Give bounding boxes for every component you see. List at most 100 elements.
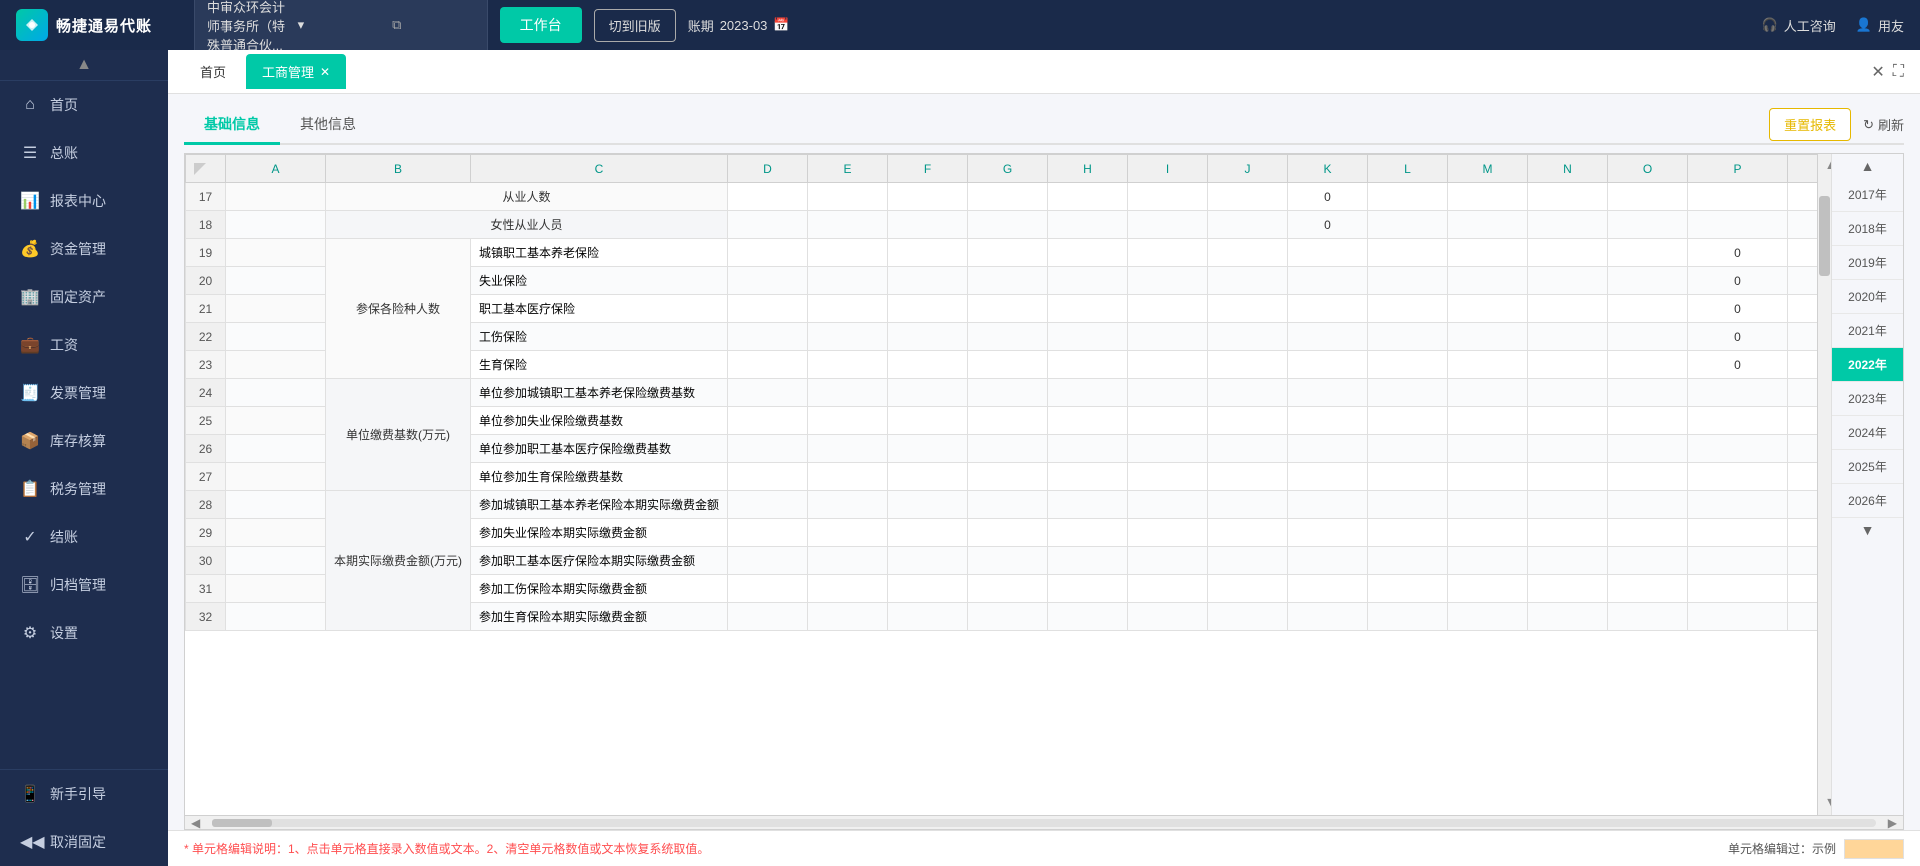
cell-23-c[interactable]: 生育保险 (471, 351, 728, 379)
year-panel: ▲ 2017年 2018年 2019年 2020年 2021年 2022年 20… (1831, 154, 1903, 815)
tab-business-mgmt[interactable]: 工商管理 ✕ (246, 54, 346, 89)
spreadsheet-main[interactable]: A B C D E F G H I J (185, 154, 1817, 815)
sidebar-item-general-ledger[interactable]: ☰ 总账 (0, 129, 168, 177)
cell-28-b[interactable]: 本期实际缴费金额(万元) (326, 491, 471, 631)
year-item-2021[interactable]: 2021年 (1832, 314, 1903, 348)
scroll-thumb[interactable] (1819, 196, 1830, 276)
header-col-p: P (1688, 155, 1788, 183)
sidebar-item-fixed-assets[interactable]: 🏢 固定资产 (0, 273, 168, 321)
ai-service[interactable]: 🎧 人工咨询 (1762, 16, 1836, 35)
sidebar-label-salary: 工资 (50, 335, 78, 355)
sidebar-item-report-center[interactable]: 📊 报表中心 (0, 177, 168, 225)
table-row: 19 参保各险种人数 城镇职工基本养老保险 (186, 239, 1818, 267)
sub-tab-other-info[interactable]: 其他信息 (280, 106, 376, 145)
reset-report-button[interactable]: 重置报表 (1769, 108, 1851, 141)
sidebar-item-settings[interactable]: ⚙ 设置 (0, 609, 168, 657)
year-item-2020[interactable]: 2020年 (1832, 280, 1903, 314)
h-scroll-track[interactable] (212, 819, 1876, 827)
sidebar-item-inventory[interactable]: 📦 库存核算 (0, 417, 168, 465)
year-item-2025[interactable]: 2025年 (1832, 450, 1903, 484)
sidebar-scroll-up[interactable]: ▲ (70, 54, 98, 76)
cell-20-p[interactable]: 0 (1688, 267, 1788, 295)
vertical-scrollbar[interactable]: ▲ ▼ (1817, 154, 1831, 815)
scroll-track[interactable] (1818, 176, 1831, 793)
sidebar-item-checkout[interactable]: ✓ 结账 (0, 513, 168, 561)
sub-tab-basic-info[interactable]: 基础信息 (184, 106, 280, 145)
header-col-o: O (1608, 155, 1688, 183)
workbench-button[interactable]: 工作台 (500, 7, 582, 43)
cell-32-c[interactable]: 参加生育保险本期实际缴费金额 (471, 603, 728, 631)
sidebar-item-fund-mgmt[interactable]: 💰 资金管理 (0, 225, 168, 273)
sidebar-item-tax-mgmt[interactable]: 📋 税务管理 (0, 465, 168, 513)
sidebar-item-home[interactable]: ⌂ 首页 (0, 81, 168, 129)
sidebar-item-cancel-fixed[interactable]: ◀◀ 取消固定 (0, 818, 168, 866)
scroll-up-arrow[interactable]: ▲ (1818, 154, 1831, 176)
sidebar-item-salary[interactable]: 💼 工资 (0, 321, 168, 369)
cell-30-c[interactable]: 参加职工基本医疗保险本期实际缴费金额 (471, 547, 728, 575)
close-window-button[interactable]: ✕ (1871, 62, 1884, 82)
cell-19-b[interactable]: 参保各险种人数 (326, 239, 471, 379)
cell-24-c[interactable]: 单位参加城镇职工基本养老保险缴费基数 (471, 379, 728, 407)
scroll-down-arrow[interactable]: ▼ (1818, 793, 1831, 815)
sidebar-label-archive: 归档管理 (50, 575, 106, 595)
year-item-2017[interactable]: 2017年 (1832, 178, 1903, 212)
table-row: 24 单位缴费基数(万元) 单位参加城镇职工基本养老保险缴费基数 (186, 379, 1818, 407)
tab-home[interactable]: 首页 (184, 54, 242, 89)
user-area[interactable]: 👤 用友 (1856, 16, 1904, 35)
cell-31-c[interactable]: 参加工伤保险本期实际缴费金额 (471, 575, 728, 603)
header-col-m: M (1448, 155, 1528, 183)
sidebar-item-archive[interactable]: 🗄 归档管理 (0, 561, 168, 609)
cell-19-p[interactable]: 0 (1688, 239, 1788, 267)
year-nav-down[interactable]: ▼ (1857, 518, 1879, 542)
cell-18-k[interactable]: 0 (1288, 211, 1368, 239)
year-item-2026[interactable]: 2026年 (1832, 484, 1903, 518)
cell-25-c[interactable]: 单位参加失业保险缴费基数 (471, 407, 728, 435)
calendar-icon[interactable]: 📅 (773, 17, 789, 33)
cell-26-c[interactable]: 单位参加职工基本医疗保险缴费基数 (471, 435, 728, 463)
cell-29-c[interactable]: 参加失业保险本期实际缴费金额 (471, 519, 728, 547)
old-version-button[interactable]: 切到旧版 (594, 9, 676, 42)
tab-close-icon[interactable]: ✕ (320, 65, 330, 79)
cell-23-p[interactable]: 0 (1688, 351, 1788, 379)
year-item-2019[interactable]: 2019年 (1832, 246, 1903, 280)
sidebar-bottom: 📱 新手引导 ◀◀ 取消固定 (0, 769, 168, 866)
cell-20-c[interactable]: 失业保险 (471, 267, 728, 295)
year-item-2023[interactable]: 2023年 (1832, 382, 1903, 416)
row-num-19: 19 (186, 239, 226, 267)
ledger-icon: ☰ (20, 143, 40, 163)
fund-icon: 💰 (20, 239, 40, 259)
row-num-25: 25 (186, 407, 226, 435)
maximize-window-button[interactable]: ⛶ (1893, 62, 1904, 82)
sidebar-item-new-user[interactable]: 📱 新手引导 (0, 770, 168, 818)
year-item-2024[interactable]: 2024年 (1832, 416, 1903, 450)
horizontal-scrollbar[interactable]: ◀ ▶ (185, 815, 1903, 829)
cell-21-c[interactable]: 职工基本医疗保险 (471, 295, 728, 323)
h-scroll-thumb[interactable] (212, 819, 272, 827)
scroll-left-arrow[interactable]: ◀ (185, 814, 206, 831)
cell-24-b[interactable]: 单位缴费基数(万元) (326, 379, 471, 491)
row-num-24: 24 (186, 379, 226, 407)
table-row: 17 从业人数 (186, 183, 1818, 211)
tab-business-mgmt-label: 工商管理 (262, 62, 314, 81)
cell-22-c[interactable]: 工伤保险 (471, 323, 728, 351)
row-num-31: 31 (186, 575, 226, 603)
cell-28-c[interactable]: 参加城镇职工基本养老保险本期实际缴费金额 (471, 491, 728, 519)
year-nav-up[interactable]: ▲ (1857, 154, 1879, 178)
cell-27-c[interactable]: 单位参加生育保险缴费基数 (471, 463, 728, 491)
cell-17-k[interactable]: 0 (1288, 183, 1368, 211)
status-bar: * 单元格编辑说明：1、点击单元格直接录入数值或文本。2、清空单元格数值或文本恢… (168, 830, 1920, 866)
refresh-button[interactable]: ↻ 刷新 (1863, 115, 1904, 134)
cell-21-p[interactable]: 0 (1688, 295, 1788, 323)
cell-17-b[interactable]: 从业人数 (326, 183, 728, 211)
header-col-c: C (471, 155, 728, 183)
cell-19-c[interactable]: 城镇职工基本养老保险 (471, 239, 728, 267)
report-icon: 📊 (20, 191, 40, 211)
cell-22-p[interactable]: 0 (1688, 323, 1788, 351)
sidebar-item-invoice-mgmt[interactable]: 🧾 发票管理 (0, 369, 168, 417)
year-item-2018[interactable]: 2018年 (1832, 212, 1903, 246)
year-item-2022[interactable]: 2022年 (1832, 348, 1903, 382)
ai-service-label: 人工咨询 (1784, 16, 1836, 35)
scroll-right-arrow[interactable]: ▶ (1882, 814, 1903, 831)
sample-cell (1844, 839, 1904, 859)
cell-18-b[interactable]: 女性从业人员 (326, 211, 728, 239)
